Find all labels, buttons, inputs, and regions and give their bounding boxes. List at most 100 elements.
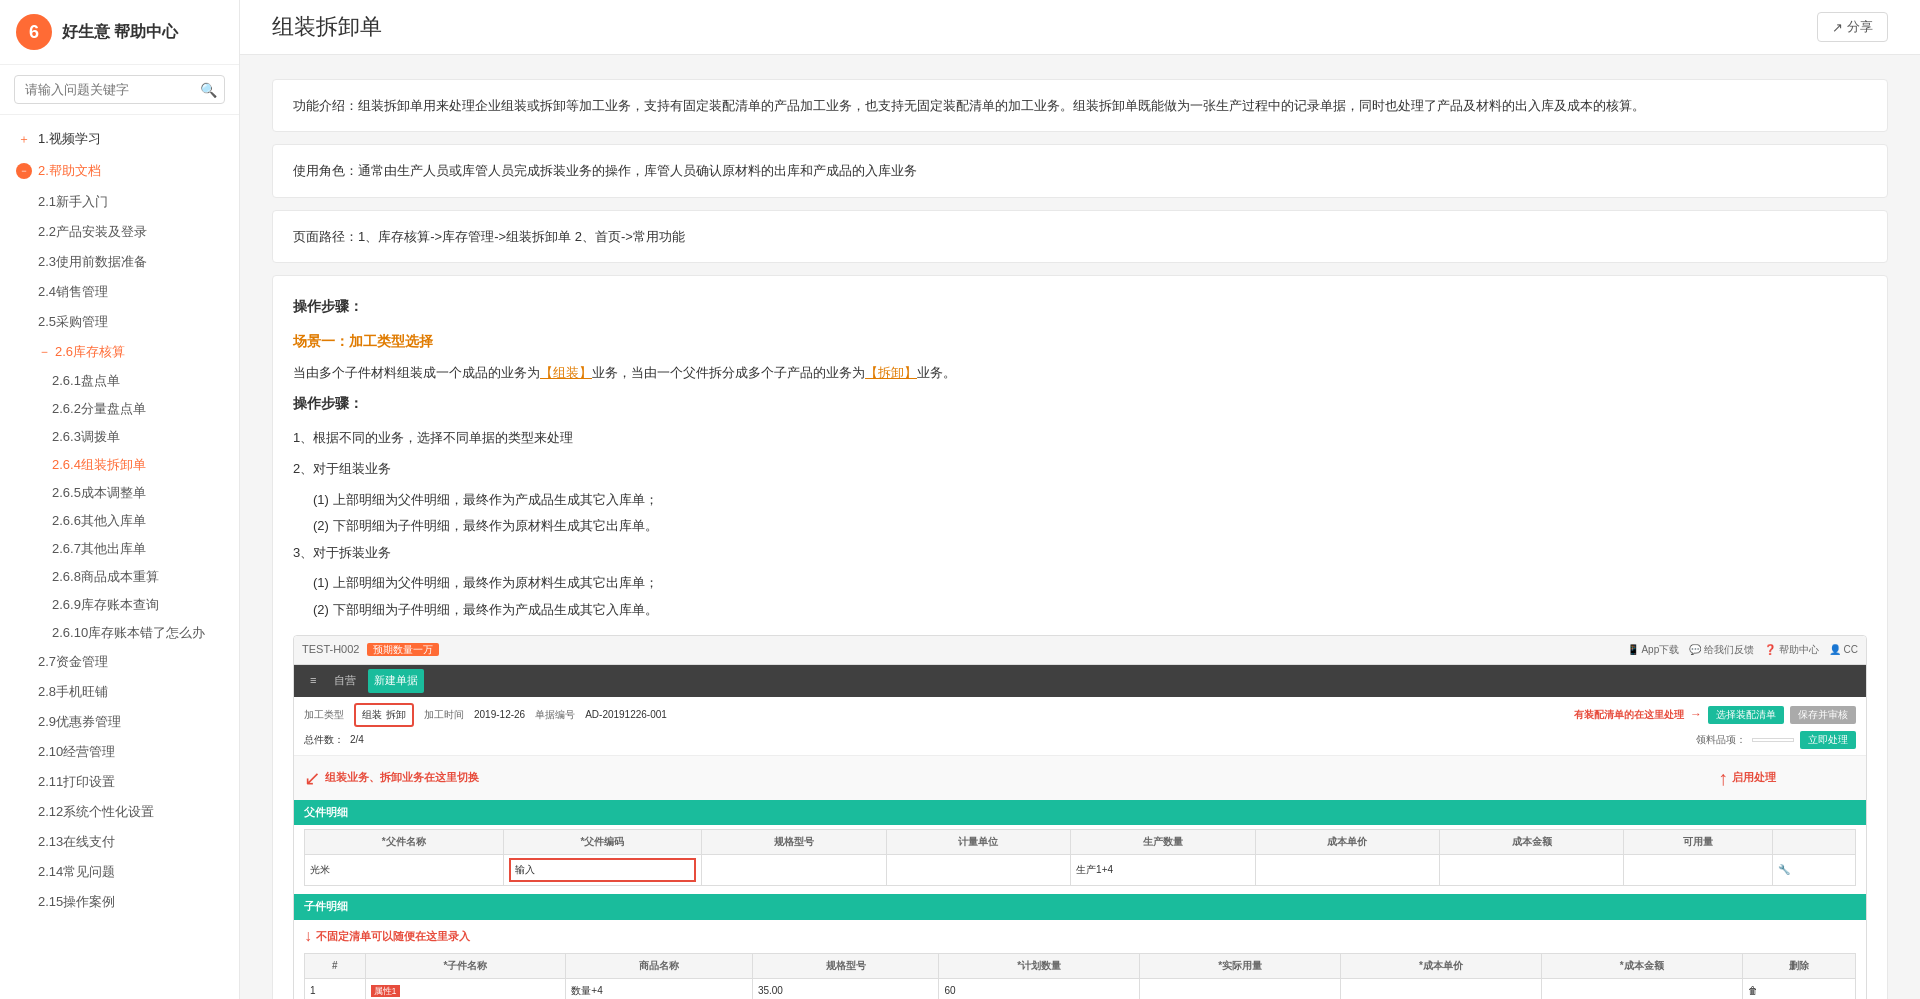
arrow-down-left: ↙ [304,760,321,796]
sidebar-item-cost-adj[interactable]: 2.6.5成本调整单 [0,479,239,507]
mock-upper-table: *父件名称 *父件编码 规格型号 计量单位 生产数量 成本单价 成本金额 可用量 [304,829,1856,886]
mock-annot-toggle: ↙ 组装业务、拆卸业务在这里切换 [304,760,479,796]
minus-icon-inventory: － [38,343,51,361]
mock-type-label: 加工类型 [304,706,344,724]
mock-ltd-actual1 [1140,979,1341,999]
content-area: 功能介绍：组装拆卸单用来处理企业组装或拆卸等加工业务，支持有固定装配清单的产品加… [240,55,1920,999]
mock-lcol-spec: 规格型号 [752,954,939,979]
sidebar-item-finance[interactable]: 2.7资金管理 [0,647,239,677]
sidebar-item-other-out[interactable]: 2.6.7其他出库单 [0,535,239,563]
sidebar-item-newbie[interactable]: 2.1新手入门 [0,187,239,217]
plus-icon: ＋ [16,131,32,147]
mock-type-selector[interactable]: 组装 拆卸 [354,703,414,727]
mock-td-spec [702,855,886,886]
mock-process-btn[interactable]: 立即处理 [1800,731,1856,749]
intro-func-text: 功能介绍：组装拆卸单用来处理企业组装或拆卸等加工业务，支持有固定装配清单的产品加… [293,98,1645,113]
mock-qty-label: 总件数： [304,731,344,749]
search-input[interactable] [14,75,225,104]
nav-tree: ＋ 1.视频学习 － 2.帮助文档 2.1新手入门 2.2产品安装及登录 2.3… [0,115,239,999]
sidebar-item-purchase[interactable]: 2.5采购管理 [0,307,239,337]
mock-ltd-spec1: 35.00 [752,979,939,999]
main-content: 组装拆卸单 ↗ 分享 功能介绍：组装拆卸单用来处理企业组装或拆卸等加工业务，支持… [240,0,1920,999]
sidebar-item-label: 2.3使用前数据准备 [38,253,147,271]
mock-select-bom-btn[interactable]: 选择装配清单 [1708,706,1784,724]
mock-type-opt2: 拆卸 [386,706,406,724]
step2: 2、对于组装业务 [293,457,1867,482]
sidebar-item-docs[interactable]: － 2.帮助文档 [0,155,239,187]
mock-ltd-idx1: 1 [305,979,366,999]
mock-td-avail [1624,855,1772,886]
mock-feedback: 💬 给我们反馈 [1689,641,1754,659]
ops-block: 操作步骤： 场景一：加工类型选择 当由多个子件材料组装成一个成品的业务为【组装】… [272,275,1888,999]
sidebar-item-videos[interactable]: ＋ 1.视频学习 [0,123,239,155]
sidebar-item-inventory[interactable]: － 2.6库存核算 [0,337,239,367]
sidebar-item-label: 2.15操作案例 [38,893,115,911]
step1: 1、根据不同的业务，选择不同单据的类型来处理 [293,426,1867,451]
mock-annotation-top: 有装配清单的在这里处理 → 选择装配清单 保存并审核 [1574,704,1856,726]
sidebar-item-sales[interactable]: 2.4销售管理 [0,277,239,307]
mock-ltd-plan1: 60 [939,979,1140,999]
sidebar-item-label: 2.8手机旺铺 [38,683,108,701]
nav-children-2: 2.1新手入门 2.2产品安装及登录 2.3使用前数据准备 2.4销售管理 2.… [0,187,239,917]
mock-annotation-row: ↙ 组装业务、拆卸业务在这里切换 ↑ 启用处理 [294,756,1866,800]
sidebar-item-faq[interactable]: 2.14常见问题 [0,857,239,887]
sidebar-item-assembly[interactable]: 2.6.4组装拆卸单 [0,451,239,479]
sidebar-item-label: 2.12系统个性化设置 [38,803,154,821]
mock-titlebar-badge: 预期数量一万 [367,640,439,660]
mock-qty-val: 2/4 [350,731,364,749]
mock-num-value: AD-20191226-001 [585,706,667,724]
sidebar-item-customize[interactable]: 2.12系统个性化设置 [0,797,239,827]
sidebar-item-label: 2.5采购管理 [38,313,108,331]
sidebar-item-partial-stocktake[interactable]: 2.6.2分量盘点单 [0,395,239,423]
mock-col-fname: *父件名称 [305,830,504,855]
mock-upper-table-wrap: *父件名称 *父件编码 规格型号 计量单位 生产数量 成本单价 成本金额 可用量 [294,825,1866,890]
sidebar-item-label: 2.1新手入门 [38,193,108,211]
mock-process-input[interactable] [1752,738,1794,742]
sidebar-item-coupon[interactable]: 2.9优惠券管理 [0,707,239,737]
mock-ltd-cprice1 [1340,979,1541,999]
share-icon: ↗ [1832,20,1843,35]
sidebar-item-other-in[interactable]: 2.6.6其他入库单 [0,507,239,535]
mock-lcol-name: *子件名称 [365,954,566,979]
mock-tab-home[interactable]: 自营 [328,669,362,693]
sidebar-item-mobile[interactable]: 2.8手机旺铺 [0,677,239,707]
mock-lower-section-header: 子件明细 [294,894,1866,920]
scene1-desc: 当由多个子件材料组装成一个成品的业务为【组装】业务，当由一个父件拆分成多个子产品… [293,361,1867,386]
sidebar-item-data-prep[interactable]: 2.3使用前数据准备 [0,247,239,277]
sidebar-item-print[interactable]: 2.11打印设置 [0,767,239,797]
sidebar-item-install[interactable]: 2.2产品安装及登录 [0,217,239,247]
mock-titlebar: TEST-H002 预期数量一万 📱 App下载 💬 给我们反馈 ❓ 帮助中心 … [294,636,1866,665]
share-button[interactable]: ↗ 分享 [1817,12,1888,42]
sidebar-item-label: 2.10经营管理 [38,743,115,761]
mock-upper-section-header: 父件明细 [294,800,1866,826]
mock-lcol-idx: # [305,954,366,979]
logo-area: 6 好生意 帮助中心 [0,0,239,65]
logo-icon: 6 [16,14,52,50]
sidebar-item-ops[interactable]: 2.10经营管理 [0,737,239,767]
intro-path-text: 页面路径：1、库存核算->库存管理->组装拆卸单 2、首页->常用功能 [293,229,685,244]
table-row: 1 属性1 数量+4 35.00 60 🗑 [305,979,1856,999]
share-label: 分享 [1847,18,1873,36]
arrow-up: ↑ [1718,760,1728,796]
step3-sub: (1) 上部明细为父件明细，最终作为原材料生成其它出库单； (2) 下部明细为子… [293,571,1867,621]
sidebar-item-label: 2.6库存核算 [55,343,125,361]
mock-save-btn[interactable]: 保存并审核 [1790,706,1856,724]
sidebar-item-transfer[interactable]: 2.6.3调拨单 [0,423,239,451]
sidebar-item-stocktake[interactable]: 2.6.1盘点单 [0,367,239,395]
mock-titlebar-left: TEST-H002 [302,640,359,660]
sidebar-item-label: 2.14常见问题 [38,863,115,881]
mock-ltd-del1[interactable]: 🗑 [1742,979,1855,999]
intro-func-block: 功能介绍：组装拆卸单用来处理企业组装或拆卸等加工业务，支持有固定装配清单的产品加… [272,79,1888,132]
arrow-down-annot: ↓ [304,922,312,951]
sidebar-item-stock-query[interactable]: 2.6.9库存账本查询 [0,591,239,619]
sidebar-item-cases[interactable]: 2.15操作案例 [0,887,239,917]
sidebar-item-cost-recalc[interactable]: 2.6.8商品成本重算 [0,563,239,591]
mock-nav-icon: ≡ [304,669,322,693]
mock-process-label: 领料品项： [1696,731,1746,749]
sidebar-item-label: 2.7资金管理 [38,653,108,671]
step2-sub: (1) 上部明细为父件明细，最终作为产成品生成其它入库单； (2) 下部明细为子… [293,488,1867,538]
mock-tab-new[interactable]: 新建单据 [368,669,424,693]
mock-toolbar-area: 加工类型 组装 拆卸 加工时间 2019-12-26 单据编号 AD-20191… [294,697,1866,756]
sidebar-item-payment[interactable]: 2.13在线支付 [0,827,239,857]
sidebar-item-stock-error[interactable]: 2.6.10库存账本错了怎么办 [0,619,239,647]
